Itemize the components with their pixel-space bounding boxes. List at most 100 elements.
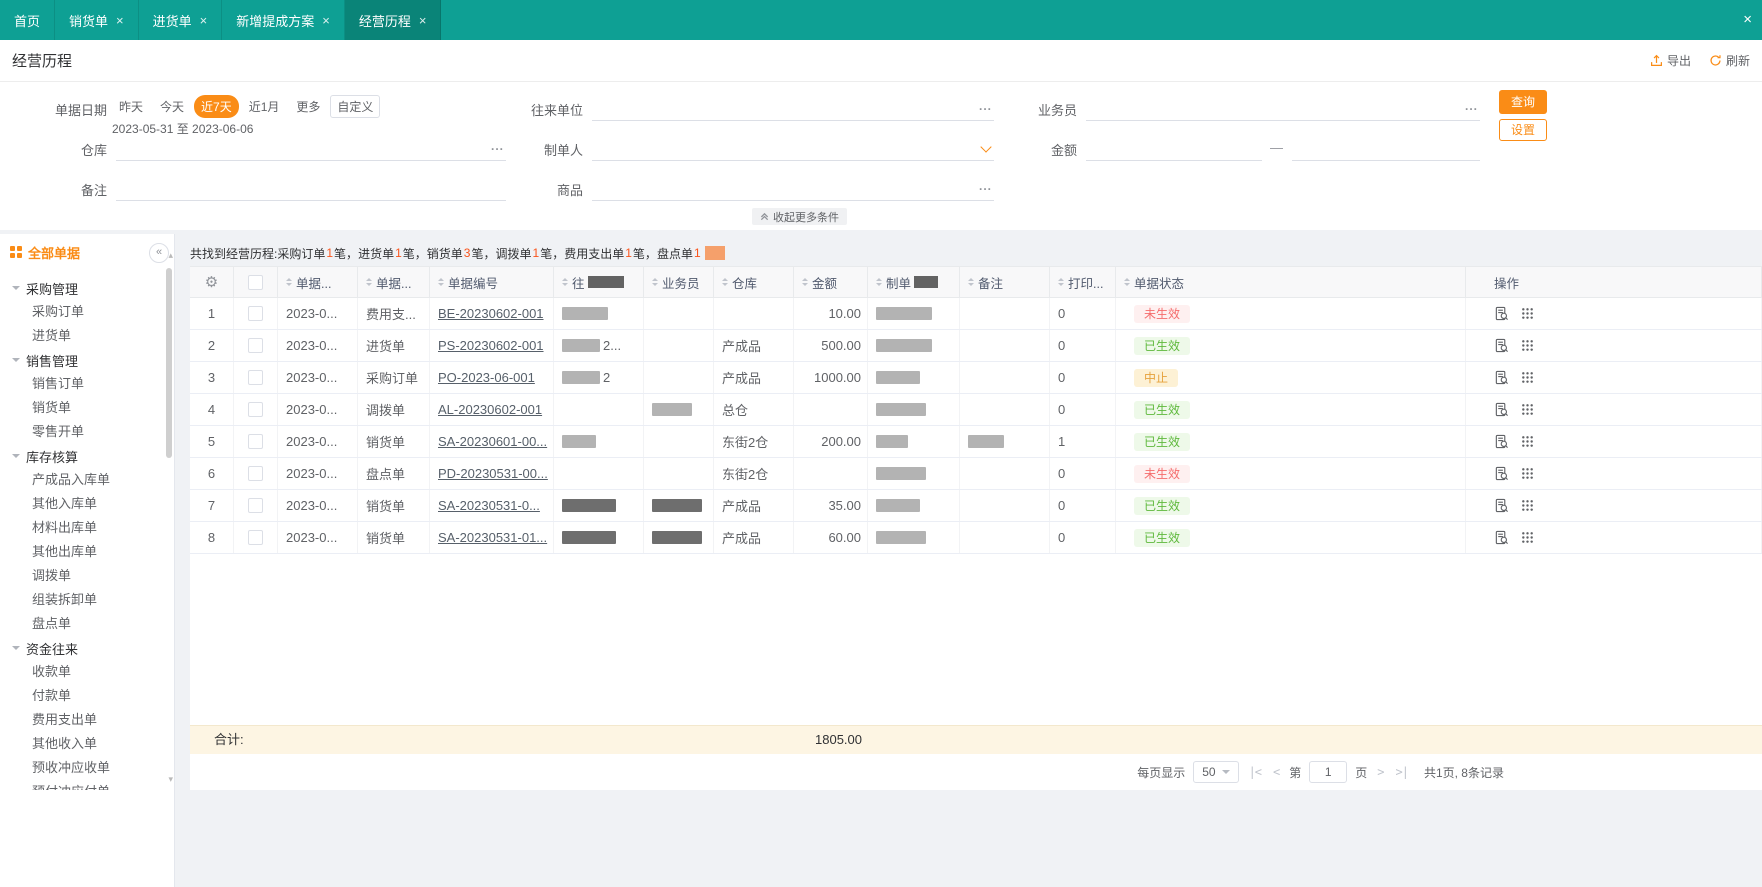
grid-more-icon[interactable]: [1521, 467, 1534, 480]
close-icon[interactable]: ×: [1743, 0, 1752, 40]
tree-item-其他入库单[interactable]: 其他入库单: [0, 492, 174, 516]
select-all-checkbox[interactable]: [248, 274, 263, 290]
tree-item-进货单[interactable]: 进货单: [0, 324, 174, 348]
view-document-icon[interactable]: [1494, 306, 1509, 321]
tree-item-材料出库单[interactable]: 材料出库单: [0, 516, 174, 540]
tree-group-库存核算[interactable]: 库存核算: [0, 444, 174, 468]
row-checkbox[interactable]: [248, 498, 263, 513]
row-checkbox[interactable]: [248, 530, 263, 545]
ellipsis-icon[interactable]: ...: [1465, 99, 1478, 113]
amount-min-input[interactable]: [1086, 136, 1262, 161]
sort-icon[interactable]: [968, 275, 974, 289]
view-document-icon[interactable]: [1494, 466, 1509, 481]
tab-进货单[interactable]: 进货单 ×: [139, 0, 223, 40]
ellipsis-icon[interactable]: ...: [979, 99, 992, 113]
sort-icon[interactable]: [876, 275, 882, 289]
tree-group-采购管理[interactable]: 采购管理: [0, 276, 174, 300]
first-page-button[interactable]: |<: [1249, 765, 1262, 779]
tree-item-其他收入单[interactable]: 其他收入单: [0, 732, 174, 756]
page-size-select[interactable]: 50: [1193, 761, 1239, 783]
refresh-button[interactable]: 刷新: [1709, 52, 1750, 69]
tree-item-预收冲应收单[interactable]: 预收冲应收单: [0, 756, 174, 780]
doc-number-link[interactable]: BE-20230602-001: [438, 306, 544, 321]
date-quick-button-近7天[interactable]: 近7天: [194, 95, 239, 118]
tree-item-零售开单[interactable]: 零售开单: [0, 420, 174, 444]
sort-icon[interactable]: [722, 275, 728, 289]
gear-icon[interactable]: ⚙: [205, 273, 218, 291]
partner-filter-input[interactable]: ...: [592, 96, 994, 121]
doc-number-link[interactable]: AL-20230602-001: [438, 402, 542, 417]
view-document-icon[interactable]: [1494, 402, 1509, 417]
next-page-button[interactable]: >: [1377, 765, 1384, 779]
collapse-filters-button[interactable]: 收起更多条件: [752, 208, 847, 225]
tree-item-付款单[interactable]: 付款单: [0, 684, 174, 708]
ellipsis-icon[interactable]: ...: [491, 139, 504, 153]
date-quick-button-今天[interactable]: 今天: [153, 95, 191, 118]
grid-more-icon[interactable]: [1521, 435, 1534, 448]
settings-button[interactable]: 设置: [1499, 119, 1547, 141]
date-quick-button-更多[interactable]: 更多: [289, 95, 327, 118]
sort-icon[interactable]: [366, 275, 372, 289]
tree-item-其他出库单[interactable]: 其他出库单: [0, 540, 174, 564]
tree-item-采购订单[interactable]: 采购订单: [0, 300, 174, 324]
grid-more-icon[interactable]: [1521, 339, 1534, 352]
doc-number-link[interactable]: PO-2023-06-001: [438, 370, 535, 385]
amount-max-input[interactable]: [1292, 136, 1480, 161]
date-quick-button-昨天[interactable]: 昨天: [112, 95, 150, 118]
view-document-icon[interactable]: [1494, 338, 1509, 353]
tab-close-icon[interactable]: ×: [419, 13, 427, 28]
chevron-down-icon[interactable]: [980, 141, 992, 153]
date-quick-button-自定义[interactable]: 自定义: [330, 95, 381, 118]
sort-icon[interactable]: [1058, 275, 1064, 289]
tree-item-调拨单[interactable]: 调拨单: [0, 564, 174, 588]
tab-close-icon[interactable]: ×: [200, 13, 208, 28]
doc-number-link[interactable]: PS-20230602-001: [438, 338, 544, 353]
export-button[interactable]: 导出: [1650, 52, 1691, 69]
grid-more-icon[interactable]: [1521, 499, 1534, 512]
sort-icon[interactable]: [652, 275, 658, 289]
sort-icon[interactable]: [562, 275, 568, 289]
maker-filter-input[interactable]: [592, 136, 994, 161]
collapse-sidebar-button[interactable]: «: [149, 243, 169, 263]
doc-number-link[interactable]: PD-20230531-00...: [438, 466, 548, 481]
scroll-up-icon[interactable]: ▴: [168, 250, 173, 261]
goods-filter-input[interactable]: ...: [592, 176, 994, 201]
tree-item-产成品入库单[interactable]: 产成品入库单: [0, 468, 174, 492]
tree-item-销货单[interactable]: 销货单: [0, 396, 174, 420]
tree-item-盘点单[interactable]: 盘点单: [0, 612, 174, 636]
doc-number-link[interactable]: SA-20230601-00...: [438, 434, 547, 449]
row-checkbox[interactable]: [248, 370, 263, 385]
row-checkbox[interactable]: [248, 306, 263, 321]
tree-item-收款单[interactable]: 收款单: [0, 660, 174, 684]
tab-新增提成方案[interactable]: 新增提成方案 ×: [222, 0, 345, 40]
view-document-icon[interactable]: [1494, 498, 1509, 513]
sidebar-scrollbar[interactable]: [166, 268, 172, 458]
view-document-icon[interactable]: [1494, 434, 1509, 449]
sort-icon[interactable]: [802, 275, 808, 289]
grid-more-icon[interactable]: [1521, 307, 1534, 320]
sort-icon[interactable]: [1124, 275, 1130, 289]
grid-more-icon[interactable]: [1521, 403, 1534, 416]
row-checkbox[interactable]: [248, 466, 263, 481]
tree-item-预付冲应付单[interactable]: 预付冲应付单: [0, 780, 174, 790]
ellipsis-icon[interactable]: ...: [979, 179, 992, 193]
salesman-filter-input[interactable]: ...: [1086, 96, 1480, 121]
tree-item-组装拆卸单[interactable]: 组装拆卸单: [0, 588, 174, 612]
view-document-icon[interactable]: [1494, 530, 1509, 545]
doc-number-link[interactable]: SA-20230531-0...: [438, 498, 540, 513]
doc-number-link[interactable]: SA-20230531-01...: [438, 530, 547, 545]
row-checkbox[interactable]: [248, 402, 263, 417]
scroll-down-icon[interactable]: ▾: [168, 774, 173, 785]
tab-close-icon[interactable]: ×: [116, 13, 124, 28]
grid-more-icon[interactable]: [1521, 531, 1534, 544]
sort-icon[interactable]: [438, 275, 444, 289]
warehouse-filter-input[interactable]: ...: [116, 136, 506, 161]
last-page-button[interactable]: >|: [1396, 765, 1409, 779]
tab-首页[interactable]: 首页: [0, 0, 56, 40]
tree-item-销售订单[interactable]: 销售订单: [0, 372, 174, 396]
grid-more-icon[interactable]: [1521, 371, 1534, 384]
tab-close-icon[interactable]: ×: [322, 13, 330, 28]
search-button[interactable]: 查询: [1499, 90, 1547, 114]
tree-group-销售管理[interactable]: 销售管理: [0, 348, 174, 372]
date-range-value[interactable]: 2023-05-31 至 2023-06-06: [112, 120, 253, 137]
